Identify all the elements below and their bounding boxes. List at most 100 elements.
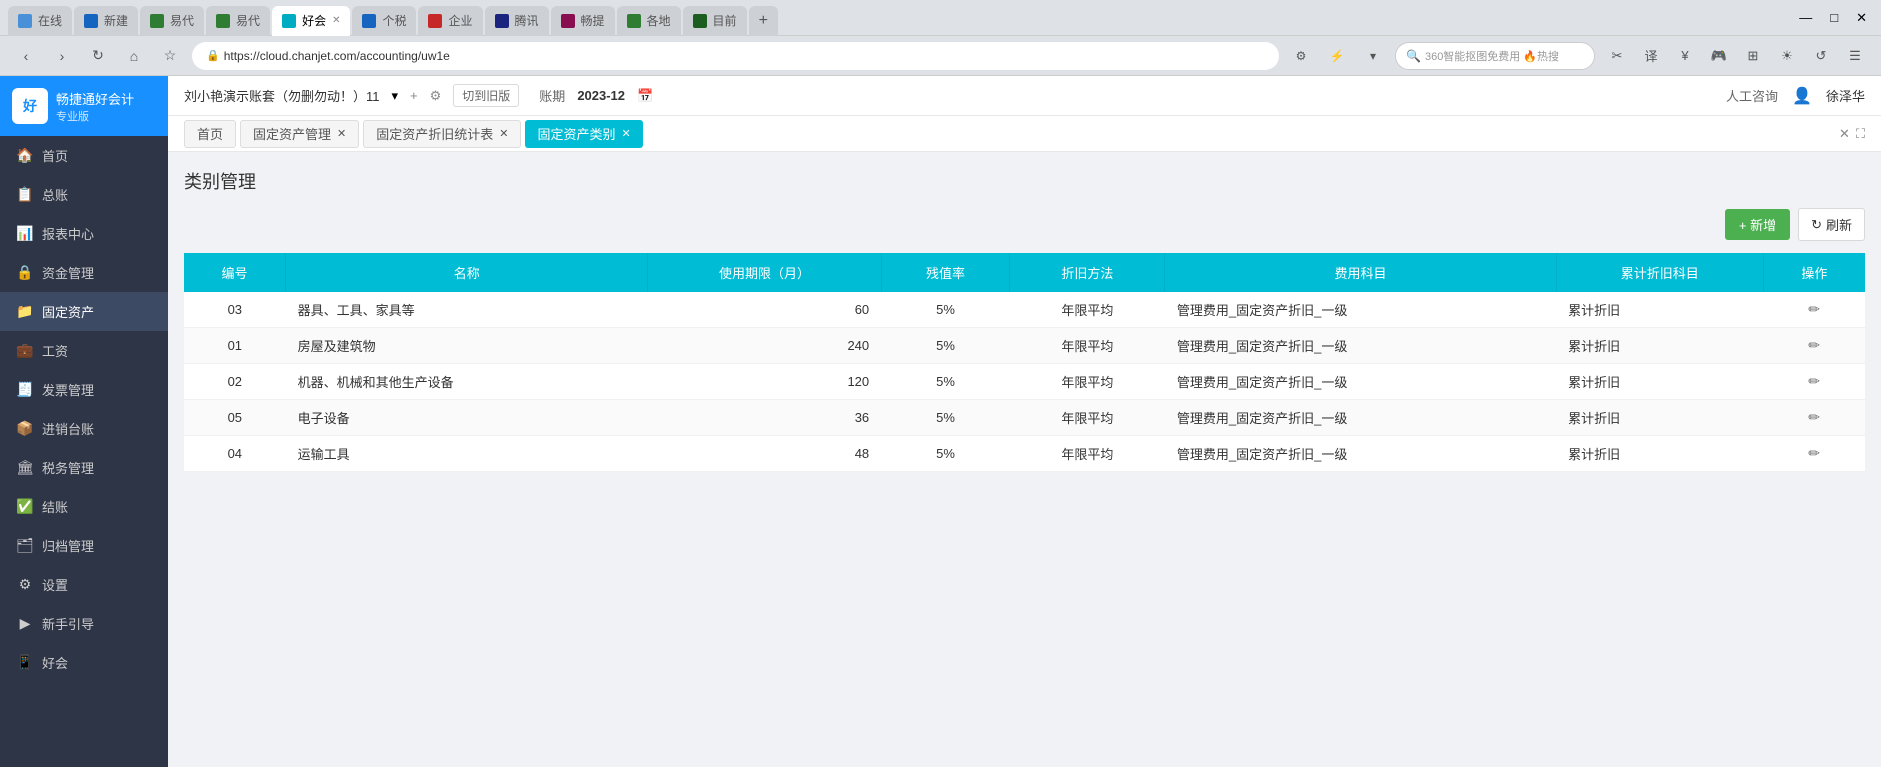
browser-tab-yidai2[interactable]: 易代	[206, 6, 270, 36]
edit-button[interactable]: ✏	[1808, 337, 1820, 353]
switch-btn[interactable]: 切到旧版	[453, 84, 519, 107]
browser-tab-close[interactable]: ✕	[332, 15, 340, 26]
sidebar-item-archive[interactable]: 🗂 归档管理	[0, 526, 168, 565]
cell-action: ✏	[1763, 436, 1865, 472]
tab-asset-category[interactable]: 固定资产类别 ✕	[525, 120, 642, 148]
settings-btn[interactable]: ⚙	[430, 88, 442, 104]
sidebar-item-guide[interactable]: ▶ 新手引导	[0, 604, 168, 643]
cell-accum: 累计折旧	[1556, 400, 1763, 436]
game-icon[interactable]: 🎮	[1705, 42, 1733, 70]
lightning-button[interactable]: ⚡	[1323, 42, 1351, 70]
cell-action: ✏	[1763, 364, 1865, 400]
sidebar-item-home[interactable]: 🏠 首页	[0, 136, 168, 175]
sidebar-item-funds[interactable]: 🔒 资金管理	[0, 253, 168, 292]
period-label: 账期	[539, 86, 565, 105]
close-window-icon[interactable]: ✕	[1850, 10, 1873, 26]
app-header: 刘小艳演示账套（勿删勿动！）11 ▾ + ⚙ 切到旧版 账期 2023-12 📅…	[168, 76, 1881, 116]
browser-tab-new[interactable]: +	[749, 6, 778, 36]
scissors-icon[interactable]: ✂	[1603, 42, 1631, 70]
consultant-btn[interactable]: 人工咨询	[1726, 86, 1778, 105]
browser-tab-haohui[interactable]: 好会 ✕	[272, 6, 350, 36]
sidebar-item-inventory[interactable]: 📦 进销台账	[0, 409, 168, 448]
refresh-button[interactable]: ↻ 刷新	[1798, 208, 1865, 241]
table-header-row: 编号 名称 使用期限（月） 残值率 折旧方法 费用科目 累计折旧科目 操作	[184, 253, 1865, 292]
grid-icon[interactable]: ⊞	[1739, 42, 1767, 70]
search-bar[interactable]: 🔍 360智能抠图免费用 🔥热搜	[1395, 42, 1595, 70]
menu-icon[interactable]: ☰	[1841, 42, 1869, 70]
period-value: 2023-12	[577, 88, 625, 103]
close-tab-btn[interactable]: ✕	[1839, 126, 1850, 142]
browser-toolbar: ✂ 译 ¥ 🎮 ⊞ ☀ ↺ ☰	[1603, 42, 1869, 70]
tab-fixed-assets-mgmt[interactable]: 固定资产管理 ✕	[240, 120, 359, 148]
browser-tab-yidai1[interactable]: 易代	[140, 6, 204, 36]
minimize-icon[interactable]: —	[1793, 10, 1818, 25]
maximize-icon[interactable]: □	[1824, 10, 1844, 25]
cell-expense: 管理费用_固定资产折旧_一级	[1165, 436, 1556, 472]
sidebar-item-fixed-assets[interactable]: 📁 固定资产	[0, 292, 168, 331]
sidebar-item-general-ledger[interactable]: 📋 总账	[0, 175, 168, 214]
cell-expense: 管理费用_固定资产折旧_一级	[1165, 400, 1556, 436]
sidebar: 好 畅捷通好会计 专业版 🏠 首页 📋 总账 📊 报表中心 🔒 资金管理 📁 固…	[0, 76, 168, 767]
edit-button[interactable]: ✏	[1808, 301, 1820, 317]
sun-icon[interactable]: ☀	[1773, 42, 1801, 70]
edit-button[interactable]: ✏	[1808, 409, 1820, 425]
bookmark-button[interactable]: ☆	[156, 42, 184, 70]
table-row: 02 机器、机械和其他生产设备 120 5% 年限平均 管理费用_固定资产折旧_…	[184, 364, 1865, 400]
app-layout: 好 畅捷通好会计 专业版 🏠 首页 📋 总账 📊 报表中心 🔒 资金管理 📁 固…	[0, 76, 1881, 767]
expand-btn[interactable]: ⛶	[1856, 126, 1865, 142]
col-header-period: 使用期限（月）	[648, 253, 881, 292]
cell-period: 48	[648, 436, 881, 472]
sidebar-item-payroll[interactable]: 💼 工资	[0, 331, 168, 370]
reload-button[interactable]: ↻	[84, 42, 112, 70]
col-header-rate: 残值率	[881, 253, 1010, 292]
col-header-expense: 费用科目	[1165, 253, 1556, 292]
cell-rate: 5%	[881, 436, 1010, 472]
tab-close-depreciation-table[interactable]: ✕	[499, 127, 508, 140]
cell-id: 02	[184, 364, 286, 400]
browser-tab-qiye[interactable]: 企业	[418, 6, 482, 36]
sidebar-item-settlement[interactable]: ✅ 结账	[0, 487, 168, 526]
tab-depreciation-table[interactable]: 固定资产折旧统计表 ✕	[363, 120, 521, 148]
browser-tabs: 在线 新建 易代 易代 好会 ✕ 个税 企业 腾讯	[8, 0, 1789, 36]
browser-tab-changti[interactable]: 畅提	[551, 6, 615, 36]
tab-close-asset-category[interactable]: ✕	[622, 127, 631, 140]
edit-button[interactable]: ✏	[1808, 373, 1820, 389]
translate-icon[interactable]: 译	[1637, 42, 1665, 70]
browser-tab-geishui[interactable]: 个税	[352, 6, 416, 36]
calendar-icon[interactable]: 📅	[637, 88, 653, 104]
sidebar-item-haohui[interactable]: 📱 好会	[0, 643, 168, 682]
dropdown-icon[interactable]: ▾	[392, 88, 399, 104]
forward-button[interactable]: ›	[48, 42, 76, 70]
add-button[interactable]: + 新增	[1725, 209, 1790, 240]
edit-button[interactable]: ✏	[1808, 445, 1820, 461]
coin-icon[interactable]: ¥	[1671, 42, 1699, 70]
address-input[interactable]: 🔒 https://cloud.chanjet.com/accounting/u…	[192, 42, 1279, 70]
dropdown-button[interactable]: ▾	[1359, 42, 1387, 70]
sidebar-item-invoice[interactable]: 🧾 发票管理	[0, 370, 168, 409]
col-header-id: 编号	[184, 253, 286, 292]
cell-id: 04	[184, 436, 286, 472]
browser-tab-muqian[interactable]: 目前	[683, 6, 747, 36]
sidebar-item-reports[interactable]: 📊 报表中心	[0, 214, 168, 253]
home-button[interactable]: ⌂	[120, 42, 148, 70]
cell-accum: 累计折旧	[1556, 436, 1763, 472]
browser-tab-xinjian[interactable]: 新建	[74, 6, 138, 36]
tab-close-fixed-assets-mgmt[interactable]: ✕	[337, 127, 346, 140]
search-icon: 🔍	[1406, 49, 1421, 63]
browser-tab-gedi[interactable]: 各地	[617, 6, 681, 36]
cell-rate: 5%	[881, 400, 1010, 436]
browser-tab-zaixin[interactable]: 在线	[8, 6, 72, 36]
cell-action: ✏	[1763, 400, 1865, 436]
browser-tab-tengxun[interactable]: 腾讯	[485, 6, 549, 36]
col-header-method: 折旧方法	[1010, 253, 1165, 292]
page-title: 类别管理	[184, 168, 1865, 194]
add-account-btn[interactable]: +	[410, 88, 418, 103]
cell-accum: 累计折旧	[1556, 292, 1763, 328]
browser-chrome: 在线 新建 易代 易代 好会 ✕ 个税 企业 腾讯	[0, 0, 1881, 36]
undo-icon[interactable]: ↺	[1807, 42, 1835, 70]
sidebar-item-tax[interactable]: 🏛 税务管理	[0, 448, 168, 487]
extensions-button[interactable]: ⚙	[1287, 42, 1315, 70]
back-button[interactable]: ‹	[12, 42, 40, 70]
tab-home[interactable]: 首页	[184, 120, 236, 148]
sidebar-item-settings[interactable]: ⚙ 设置	[0, 565, 168, 604]
